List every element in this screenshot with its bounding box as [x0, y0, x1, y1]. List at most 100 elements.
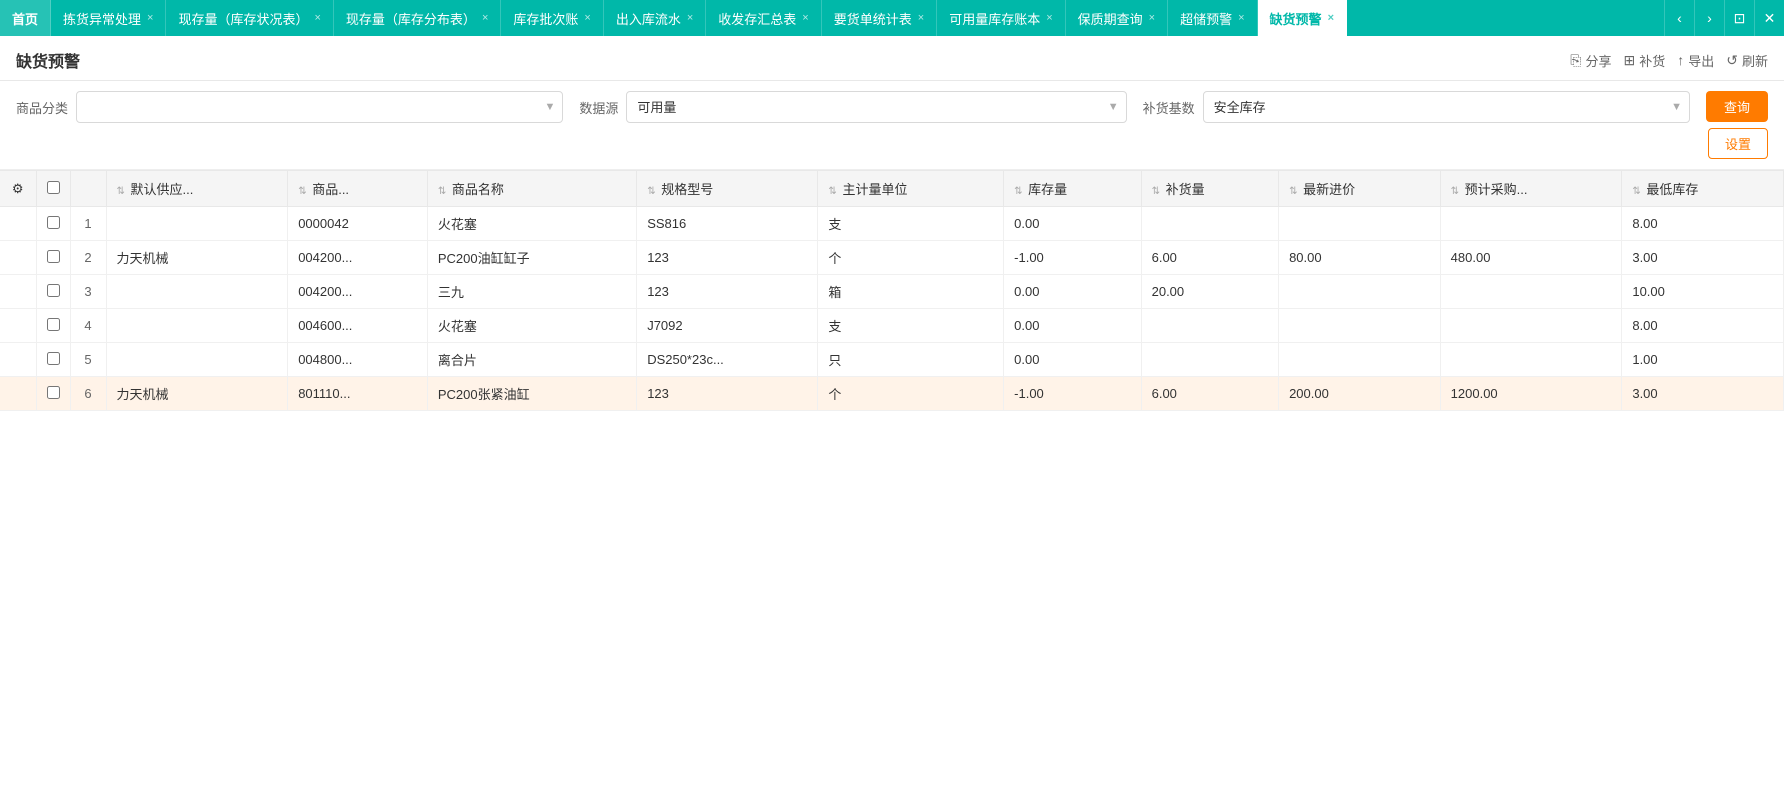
row-checkbox-cell[interactable] — [36, 309, 70, 343]
nav-restore-button[interactable]: ⊡ — [1724, 0, 1754, 36]
share-icon: ⎘ — [1570, 52, 1581, 69]
row-checkbox[interactable] — [47, 352, 60, 365]
row-est-purchase — [1440, 207, 1622, 241]
replenish-base-select[interactable]: 安全库存 — [1203, 91, 1690, 123]
refresh-icon: ↺ — [1726, 52, 1738, 69]
tab-receive-summary[interactable]: 收发存汇总表 × — [706, 0, 821, 36]
row-spec: SS816 — [637, 207, 818, 241]
row-product-code: 004200... — [288, 241, 428, 275]
datasource-label: 数据源 — [579, 98, 618, 117]
col-latest-price-header[interactable]: ⇅ 最新进价 — [1279, 171, 1441, 207]
nav-prev-button[interactable]: ‹ — [1664, 0, 1694, 36]
tab-demand-stats[interactable]: 要货单统计表 × — [822, 0, 937, 36]
tab-receive-summary-close[interactable]: × — [802, 12, 808, 24]
tab-batch-account[interactable]: 库存批次账 × — [501, 0, 603, 36]
row-checkbox[interactable] — [47, 386, 60, 399]
tab-expiry-query[interactable]: 保质期查询 × — [1066, 0, 1168, 36]
col-product-name-label: 商品名称 — [452, 182, 504, 197]
nav-close-button[interactable]: ✕ — [1754, 0, 1784, 36]
col-product-code-label: 商品... — [312, 182, 349, 197]
col-replenish-qty-sort-icon: ⇅ — [1152, 186, 1160, 197]
row-checkbox-cell[interactable] — [36, 377, 70, 411]
row-est-purchase — [1440, 275, 1622, 309]
col-product-name-header[interactable]: ⇅ 商品名称 — [427, 171, 636, 207]
tab-abnormal[interactable]: 拣货异常处理 × — [51, 0, 166, 36]
row-checkbox[interactable] — [47, 284, 60, 297]
col-settings[interactable]: ⚙ — [0, 171, 36, 207]
tab-home[interactable]: 首页 — [0, 0, 51, 36]
row-est-purchase: 480.00 — [1440, 241, 1622, 275]
col-min-stock-header[interactable]: ⇅ 最低库存 — [1622, 171, 1784, 207]
tab-shortage-label: 缺货预警 — [1270, 9, 1322, 28]
table-body: 1 0000042 火花塞 SS816 支 0.00 8.00 2 力天机械 0… — [0, 207, 1784, 411]
col-stock-header[interactable]: ⇅ 库存量 — [1004, 171, 1141, 207]
row-checkbox-cell[interactable] — [36, 207, 70, 241]
tab-batch-account-label: 库存批次账 — [513, 9, 578, 28]
tab-demand-stats-close[interactable]: × — [918, 12, 924, 24]
row-product-name: 火花塞 — [427, 207, 636, 241]
col-product-code-header[interactable]: ⇅ 商品... — [288, 171, 428, 207]
nav-next-button[interactable]: › — [1694, 0, 1724, 36]
row-spec: 123 — [637, 241, 818, 275]
tab-overstock[interactable]: 超储预警 × — [1168, 0, 1257, 36]
col-supplier-header[interactable]: ⇅ 默认供应... — [106, 171, 288, 207]
col-unit-header[interactable]: ⇅ 主计量单位 — [818, 171, 1004, 207]
row-settings-cell — [0, 207, 36, 241]
table-header-row: ⚙ ⇅ 默认供应... ⇅ 商品... ⇅ — [0, 171, 1784, 207]
row-number: 5 — [70, 343, 106, 377]
row-checkbox-cell[interactable] — [36, 275, 70, 309]
row-checkbox[interactable] — [47, 318, 60, 331]
row-settings-cell — [0, 275, 36, 309]
tab-available-ledger-close[interactable]: × — [1046, 12, 1052, 24]
tab-available-ledger[interactable]: 可用量库存账本 × — [937, 0, 1065, 36]
row-number: 3 — [70, 275, 106, 309]
query-button[interactable]: 查询 — [1706, 91, 1768, 122]
col-replenish-qty-header[interactable]: ⇅ 补货量 — [1141, 171, 1278, 207]
tab-batch-account-close[interactable]: × — [584, 12, 590, 24]
tab-shortage-close[interactable]: × — [1328, 12, 1334, 24]
export-label: 导出 — [1688, 51, 1714, 70]
row-checkbox[interactable] — [47, 250, 60, 263]
settings-button[interactable]: 设置 — [1708, 128, 1768, 159]
tab-inventory-dist-close[interactable]: × — [482, 12, 488, 24]
settings-gear-icon[interactable]: ⚙ — [12, 181, 24, 196]
row-product-name: 三九 — [427, 275, 636, 309]
row-checkbox-cell[interactable] — [36, 343, 70, 377]
table-row: 6 力天机械 801110... PC200张紧油缸 123 个 -1.00 6… — [0, 377, 1784, 411]
refresh-button[interactable]: ↺ 刷新 — [1726, 51, 1768, 70]
row-settings-cell — [0, 309, 36, 343]
col-checkbox-header[interactable] — [36, 171, 70, 207]
row-checkbox-cell[interactable] — [36, 241, 70, 275]
row-product-name: 火花塞 — [427, 309, 636, 343]
replenish-button[interactable]: ⊞ 补货 — [1623, 51, 1665, 70]
tab-inventory-dist[interactable]: 现存量（库存分布表） × — [334, 0, 501, 36]
row-min-stock: 3.00 — [1622, 377, 1784, 411]
tab-expiry-query-close[interactable]: × — [1149, 12, 1155, 24]
row-stock: 0.00 — [1004, 275, 1141, 309]
top-nav: 首页 拣货异常处理 × 现存量（库存状况表） × 现存量（库存分布表） × 库存… — [0, 0, 1784, 36]
main-content: 缺货预警 ⎘ 分享 ⊞ 补货 ↑ 导出 ↺ 刷新 商品分类 — [0, 36, 1784, 796]
tab-inout-flow[interactable]: 出入库流水 × — [604, 0, 706, 36]
row-est-purchase — [1440, 309, 1622, 343]
row-replenish-qty — [1141, 343, 1278, 377]
col-est-purchase-header[interactable]: ⇅ 预计采购... — [1440, 171, 1622, 207]
col-spec-label: 规格型号 — [661, 182, 713, 197]
col-spec-header[interactable]: ⇅ 规格型号 — [637, 171, 818, 207]
tab-inventory-status[interactable]: 现存量（库存状况表） × — [166, 0, 333, 36]
share-button[interactable]: ⎘ 分享 — [1570, 51, 1611, 70]
col-est-purchase-label: 预计采购... — [1465, 182, 1528, 197]
tab-overstock-close[interactable]: × — [1238, 12, 1244, 24]
row-checkbox[interactable] — [47, 216, 60, 229]
category-select[interactable] — [76, 91, 563, 123]
col-num-header — [70, 171, 106, 207]
select-all-checkbox[interactable] — [47, 181, 60, 194]
export-button[interactable]: ↑ 导出 — [1677, 51, 1714, 70]
tab-available-ledger-label: 可用量库存账本 — [949, 9, 1040, 28]
tab-inventory-status-close[interactable]: × — [314, 12, 320, 24]
tab-abnormal-close[interactable]: × — [147, 12, 153, 24]
datasource-select[interactable]: 可用量 — [626, 91, 1126, 123]
tab-overstock-label: 超储预警 — [1180, 9, 1232, 28]
row-product-name: PC200张紧油缸 — [427, 377, 636, 411]
tab-shortage[interactable]: 缺货预警 × — [1258, 0, 1347, 36]
tab-inout-flow-close[interactable]: × — [687, 12, 693, 24]
